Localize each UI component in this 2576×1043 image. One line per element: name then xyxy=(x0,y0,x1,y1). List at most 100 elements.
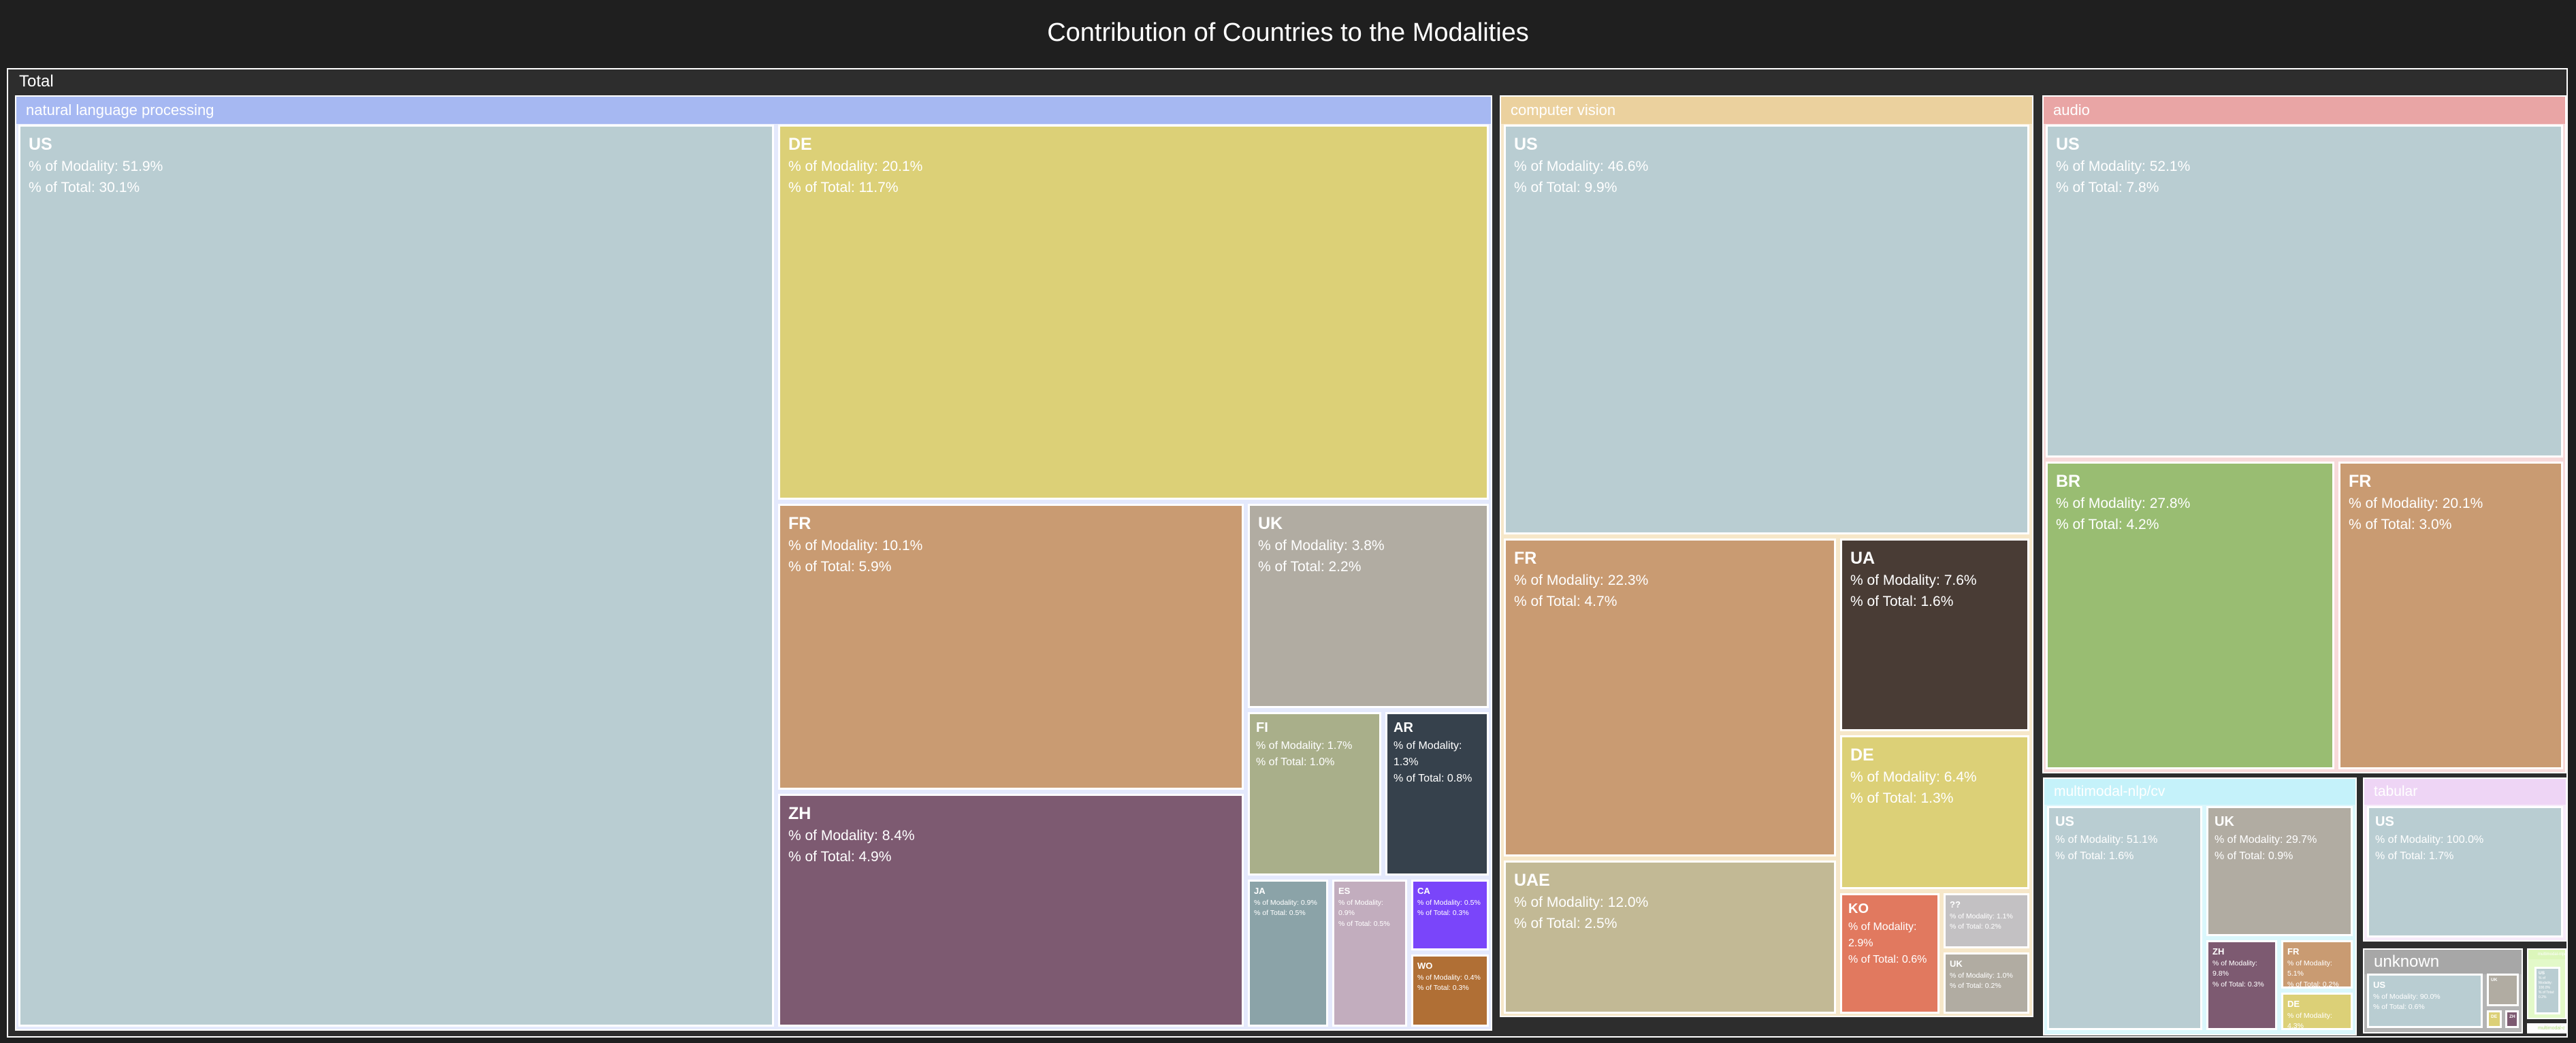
leaf-modality-stat: % of Modality: 29.7% xyxy=(2215,832,2345,848)
leaf-tabular-us[interactable]: US% of Modality: 100.0%% of Total: 1.7% xyxy=(2367,806,2563,937)
leaf-country-label: ?? xyxy=(1950,898,2023,912)
section-header-multimodal-nlp-audio[interactable]: multimodal-nlp/audio xyxy=(2528,950,2565,959)
leaf-country-label: UK xyxy=(2491,977,2515,983)
leaf-country-label: US xyxy=(1514,132,2019,157)
leaf-audio-br[interactable]: BR% of Modality: 27.8%% of Total: 4.2% xyxy=(2046,462,2334,769)
leaf-nlp-fr[interactable]: FR% of Modality: 10.1%% of Total: 5.9% xyxy=(778,504,1244,790)
leaf-modality-stat: % of Modality: 0.4% xyxy=(1417,973,1483,984)
leaf-country-label: CA xyxy=(1417,884,1483,898)
leaf-country-label: US xyxy=(2539,970,2556,976)
leaf-cv-ua[interactable]: UA% of Modality: 7.6%% of Total: 1.6% xyxy=(1840,539,2029,731)
leaf-country-label: FI xyxy=(1256,718,1373,738)
leaf-country-label: UAE xyxy=(1514,868,1826,893)
leaf-nlp-ja[interactable]: JA% of Modality: 0.9%% of Total: 0.5% xyxy=(1248,880,1328,1027)
leaf-modality-stat: % of Modality: 1.7% xyxy=(1256,738,1373,754)
leaf-country-label: ZH xyxy=(2212,945,2271,959)
leaf-modality-stat: % of Modality: 20.1% xyxy=(788,157,1479,177)
section-header-nlp[interactable]: natural language processing xyxy=(16,97,1491,124)
leaf-total-stat: % of Total: 0.6% xyxy=(1848,952,1931,968)
leaf-modality-stat: % of Modality: 6.4% xyxy=(1850,767,2019,788)
leaf-unknown-zh[interactable]: ZH xyxy=(2505,1010,2519,1028)
leaf-multimodal-nlp-cv-us[interactable]: US% of Modality: 51.1%% of Total: 1.6% xyxy=(2047,806,2202,1030)
leaf-cv-de[interactable]: DE% of Modality: 6.4%% of Total: 1.3% xyxy=(1840,735,2029,889)
leaf-country-label: US xyxy=(29,132,764,157)
leaf-country-label: FR xyxy=(788,511,1234,536)
chart-title: Contribution of Countries to the Modalit… xyxy=(0,0,2576,65)
leaf-multimodal-nlp-cv-zh[interactable]: ZH% of Modality: 9.8%% of Total: 0.3% xyxy=(2206,940,2277,1030)
leaf-modality-stat: % of Modality: 100.0% xyxy=(2539,976,2556,991)
leaf-total-stat: % of Total: 9.9% xyxy=(1514,178,2019,198)
treemap-page: Contribution of Countries to the Modalit… xyxy=(0,0,2576,1043)
leaf-nlp-ar[interactable]: AR% of Modality: 1.3%% of Total: 0.8% xyxy=(1385,712,1489,876)
leaf-total-stat: % of Total: 0.5% xyxy=(1254,908,1322,919)
leaf-modality-stat: % of Modality: 10.1% xyxy=(788,536,1234,556)
leaf-country-label: FR xyxy=(2287,945,2347,959)
leaf-country-label: FR xyxy=(2349,469,2553,494)
leaf-multimodal-nlp-cv-fr[interactable]: FR% of Modality: 5.1%% of Total: 0.2% xyxy=(2281,940,2353,989)
leaf-total-stat: % of Total: 30.1% xyxy=(29,178,764,198)
leaf-multimodal-nlp-cv-uk[interactable]: UK% of Modality: 29.7%% of Total: 0.9% xyxy=(2206,806,2353,936)
section-header-cv[interactable]: computer vision xyxy=(1501,97,2032,124)
leaf-total-stat: % of Total: 3.0% xyxy=(2349,515,2553,535)
leaf-nlp-uk[interactable]: UK% of Modality: 3.8%% of Total: 2.2% xyxy=(1248,504,1489,708)
leaf-cv-ko[interactable]: KO% of Modality: 2.9%% of Total: 0.6% xyxy=(1840,893,1939,1014)
leaf-nlp-ca[interactable]: CA% of Modality: 0.5%% of Total: 0.3% xyxy=(1411,880,1489,950)
leaf-modality-stat: % of Modality: 2.9% xyxy=(1848,919,1931,952)
leaf-country-label: UK xyxy=(1258,511,1479,536)
leaf-total-stat: % of Total: 0.9% xyxy=(2215,848,2345,865)
section-header-audio[interactable]: audio xyxy=(2044,97,2565,124)
leaf-cv-fr[interactable]: FR% of Modality: 22.3%% of Total: 4.7% xyxy=(1504,539,1836,856)
leaf-total-stat: % of Total: 1.6% xyxy=(2055,848,2194,865)
leaf-country-label: FR xyxy=(1514,546,1826,571)
section-header-multimodal-cv-audio[interactable]: multimodal-cv/audio xyxy=(2528,1025,2565,1032)
leaf-modality-stat: % of Modality: 8.4% xyxy=(788,826,1234,846)
leaf-modality-stat: % of Modality: 0.9% xyxy=(1254,898,1322,909)
leaf-multimodal-nlp-cv-de[interactable]: DE% of Modality: 4.3%% of Total: 0.1% xyxy=(2281,993,2353,1030)
section-header-tabular[interactable]: tabular xyxy=(2364,779,2566,805)
leaf-audio-fr[interactable]: FR% of Modality: 20.1%% of Total: 3.0% xyxy=(2338,462,2563,769)
leaf-unknown-de[interactable]: DE xyxy=(2487,1010,2502,1028)
leaf-modality-stat: % of Modality: 100.0% xyxy=(2375,832,2555,848)
leaf-total-stat: % of Total: 1.0% xyxy=(1256,754,1373,771)
leaf-nlp-es[interactable]: ES% of Modality: 0.9%% of Total: 0.5% xyxy=(1332,880,1407,1027)
leaf-modality-stat: % of Modality: 51.1% xyxy=(2055,832,2194,848)
leaf-total-stat: % of Total: 0.6% xyxy=(2373,1002,2477,1013)
leaf-total-stat: % of Total: 2.5% xyxy=(1514,914,1826,934)
leaf-country-label: DE xyxy=(788,132,1479,157)
leaf-cv-uk[interactable]: UK% of Modality: 1.0%% of Total: 0.2% xyxy=(1944,952,2029,1014)
leaf-modality-stat: % of Modality: 4.3% xyxy=(2287,1011,2347,1031)
leaf-modality-stat: % of Modality: 46.6% xyxy=(1514,157,2019,177)
leaf-total-stat: % of Total: 4.2% xyxy=(2056,515,2324,535)
leaf-modality-stat: % of Modality: 52.1% xyxy=(2056,157,2553,177)
leaf-modality-stat: % of Modality: 22.3% xyxy=(1514,571,1826,591)
leaf-cv-us[interactable]: US% of Modality: 46.6%% of Total: 9.9% xyxy=(1504,125,2029,534)
leaf-total-stat: % of Total: 0.2% xyxy=(1950,922,2023,933)
leaf-modality-stat: % of Modality: 0.5% xyxy=(1417,898,1483,909)
leaf-cv-??[interactable]: ??% of Modality: 1.1%% of Total: 0.2% xyxy=(1944,893,2029,948)
leaf-cv-uae[interactable]: UAE% of Modality: 12.0%% of Total: 2.5% xyxy=(1504,861,1836,1014)
section-header-unknown[interactable]: unknown xyxy=(2364,950,2522,974)
leaf-nlp-us[interactable]: US% of Modality: 51.9%% of Total: 30.1% xyxy=(18,125,774,1027)
leaf-modality-stat: % of Modality: 9.8% xyxy=(2212,959,2271,980)
leaf-modality-stat: % of Modality: 7.6% xyxy=(1850,571,2019,591)
leaf-modality-stat: % of Modality: 12.0% xyxy=(1514,893,1826,913)
section-header-multimodal-nlp-cv[interactable]: multimodal-nlp/cv xyxy=(2044,779,2355,805)
leaf-country-label: ZH xyxy=(2509,1014,2515,1020)
leaf-unknown-uk[interactable]: UK xyxy=(2487,974,2519,1006)
leaf-nlp-fi[interactable]: FI% of Modality: 1.7%% of Total: 1.0% xyxy=(1248,712,1381,876)
leaf-nlp-de[interactable]: DE% of Modality: 20.1%% of Total: 11.7% xyxy=(778,125,1489,500)
leaf-country-label: WO xyxy=(1417,959,1483,973)
leaf-nlp-wo[interactable]: WO% of Modality: 0.4%% of Total: 0.3% xyxy=(1411,954,1489,1027)
leaf-total-stat: % of Total: 11.7% xyxy=(788,178,1479,198)
leaf-unknown-us[interactable]: US% of Modality: 90.0%% of Total: 0.6% xyxy=(2367,974,2483,1028)
leaf-total-stat: % of Total: 0.8% xyxy=(1394,771,1481,787)
leaf-country-label: BR xyxy=(2056,469,2324,494)
leaf-audio-us[interactable]: US% of Modality: 52.1%% of Total: 7.8% xyxy=(2046,125,2563,458)
leaf-country-label: US xyxy=(2373,978,2477,992)
leaf-nlp-zh[interactable]: ZH% of Modality: 8.4%% of Total: 4.9% xyxy=(778,794,1244,1027)
leaf-multimodal-nlp-audio-us[interactable]: US% of Modality: 100.0%% of Total: 0.2% xyxy=(2534,967,2560,1014)
leaf-total-stat: % of Total: 0.2% xyxy=(1950,981,2023,992)
leaf-country-label: AR xyxy=(1394,718,1481,738)
leaf-total-stat: % of Total: 5.9% xyxy=(788,557,1234,577)
leaf-total-stat: % of Total: 4.7% xyxy=(1514,592,1826,612)
